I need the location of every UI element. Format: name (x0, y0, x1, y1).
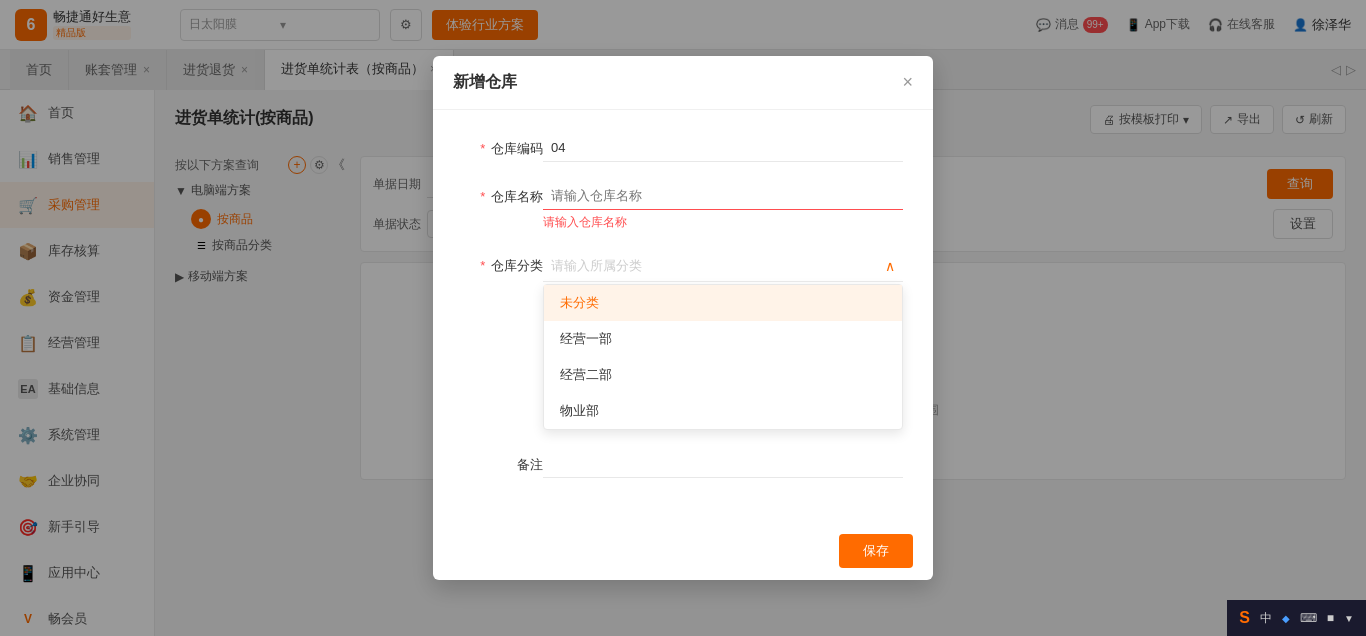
category-select[interactable]: 请输入所属分类 ∧ (543, 251, 903, 282)
category-field: 请输入所属分类 ∧ 未分类 经营一部 经营二部 物业部 (543, 251, 903, 430)
category-label: * 仓库分类 (463, 251, 543, 275)
remark-field (543, 450, 903, 478)
dropdown-item-dept2[interactable]: 经营二部 (544, 357, 902, 393)
dropdown-item-dept1[interactable]: 经营一部 (544, 321, 902, 357)
modal-header: 新增仓库 × (433, 56, 933, 110)
form-row-remark: 备注 (463, 450, 903, 478)
modal-close-button[interactable]: × (902, 72, 913, 93)
dot-icon: ◆ (1282, 613, 1290, 624)
volume-icon: ▼ (1344, 613, 1354, 624)
modal-body: * 仓库编码 * 仓库名称 请输入仓库名称 (433, 110, 933, 522)
form-row-category: * 仓库分类 请输入所属分类 ∧ 未分类 经营一部 经营二部 物业部 (463, 251, 903, 430)
modal-footer: 保存 (433, 522, 933, 580)
category-placeholder: 请输入所属分类 (551, 257, 895, 275)
code-field (543, 134, 903, 162)
save-button[interactable]: 保存 (839, 534, 913, 568)
dropdown-item-uncategorized[interactable]: 未分类 (544, 285, 902, 321)
speaker-icon[interactable]: ■ (1327, 611, 1334, 625)
keyboard-icon[interactable]: ⌨ (1300, 611, 1317, 625)
s-logo: S (1239, 609, 1250, 627)
name-error-msg: 请输入仓库名称 (543, 214, 903, 231)
status-bar: S 中 ◆ ⌨ ■ ▼ (1227, 600, 1366, 636)
modal-overlay: 新增仓库 × * 仓库编码 * 仓库名称 (0, 0, 1366, 636)
category-up-arrow: ∧ (885, 258, 895, 274)
category-dropdown: 未分类 经营一部 经营二部 物业部 (543, 284, 903, 430)
chinese-icon[interactable]: 中 (1260, 610, 1272, 627)
dropdown-item-property[interactable]: 物业部 (544, 393, 902, 429)
remark-input[interactable] (543, 450, 903, 478)
name-label: * 仓库名称 (463, 182, 543, 206)
code-input[interactable] (543, 134, 903, 162)
name-input[interactable] (543, 182, 903, 210)
form-row-name: * 仓库名称 请输入仓库名称 (463, 182, 903, 231)
name-field: 请输入仓库名称 (543, 182, 903, 231)
code-label: * 仓库编码 (463, 134, 543, 158)
form-row-code: * 仓库编码 (463, 134, 903, 162)
modal-title: 新增仓库 (453, 72, 517, 93)
remark-label: 备注 (463, 450, 543, 474)
warehouse-modal: 新增仓库 × * 仓库编码 * 仓库名称 (433, 56, 933, 580)
